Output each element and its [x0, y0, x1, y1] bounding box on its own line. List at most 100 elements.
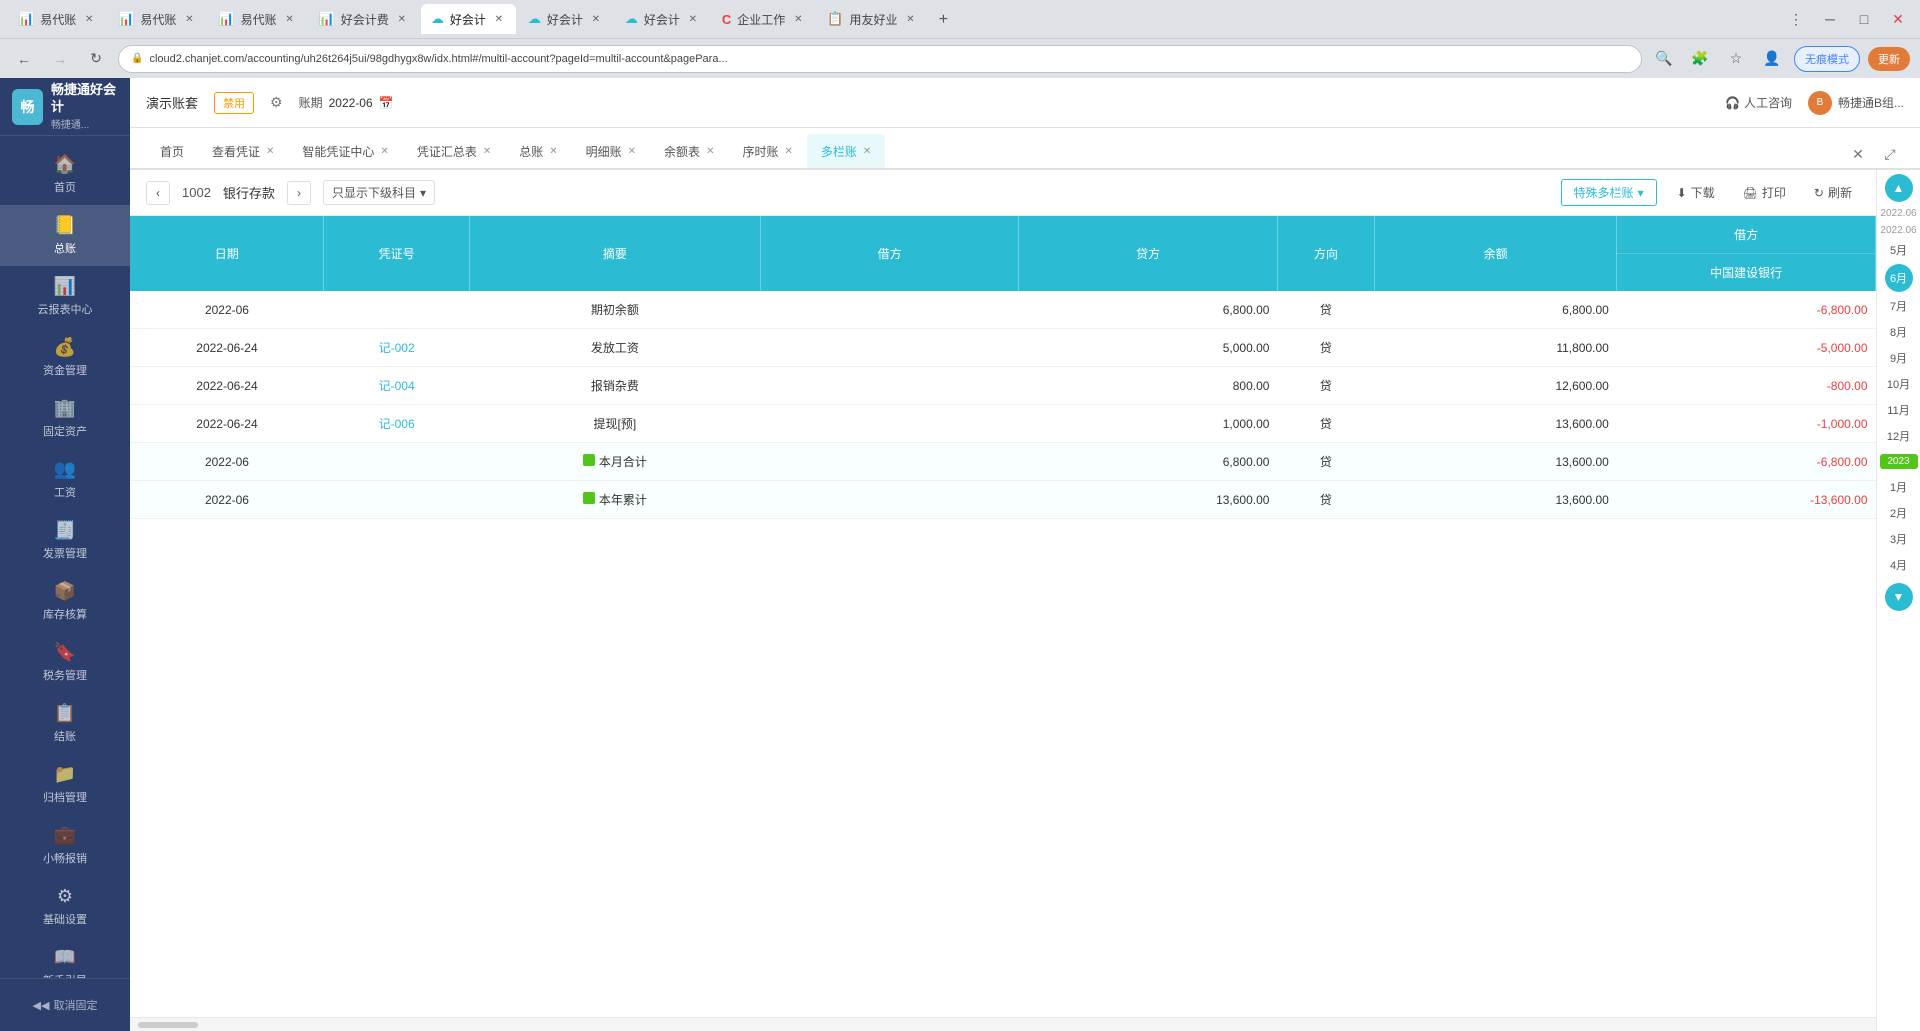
cell-voucher[interactable]: 记-006	[324, 405, 469, 443]
tab-2-close[interactable]: ✕	[182, 12, 196, 26]
download-button[interactable]: ⬇ 下载	[1669, 180, 1723, 205]
cal-month-2023-3[interactable]: 3月	[1880, 527, 1918, 551]
tab-detail-ledger-close[interactable]: ✕	[628, 146, 636, 157]
tab-balance-sheet[interactable]: 余额表 ✕	[650, 134, 728, 170]
browser-tab-5[interactable]: ☁ 好会计 ✕	[421, 4, 516, 34]
cal-month-2023-2[interactable]: 2月	[1880, 501, 1918, 525]
tab-smart-voucher[interactable]: 智能凭证中心 ✕	[288, 134, 402, 170]
tab-general-ledger[interactable]: 总账 ✕	[505, 134, 571, 170]
cal-month-2023-4[interactable]: 4月	[1880, 553, 1918, 577]
cell-debit	[760, 367, 1019, 405]
tab-multi-ledger[interactable]: 多栏账 ✕	[807, 134, 885, 170]
filter-dropdown[interactable]: 只显示下级科目 ▾	[323, 180, 435, 205]
cal-month-10[interactable]: 10月	[1880, 372, 1918, 396]
browser-tab-3[interactable]: 📊 易代账 ✕	[208, 4, 306, 34]
refresh-button[interactable]: ↻	[82, 45, 110, 73]
address-bar[interactable]: 🔒 cloud2.chanjet.com/accounting/uh26t264…	[118, 45, 1642, 73]
cal-month-12[interactable]: 12月	[1880, 424, 1918, 448]
cell-credit: 5,000.00	[1019, 329, 1278, 367]
update-button[interactable]: 更新	[1868, 47, 1910, 71]
tab-6-close[interactable]: ✕	[589, 12, 603, 26]
cal-month-11[interactable]: 11月	[1880, 398, 1918, 422]
sidebar-item-home[interactable]: 🏠 首页	[0, 144, 130, 205]
tab-home[interactable]: 首页	[146, 134, 198, 170]
calendar-icon[interactable]: 📅	[379, 96, 394, 110]
horizontal-scrollbar[interactable]	[130, 1017, 1876, 1031]
tab-9-close[interactable]: ✕	[903, 12, 917, 26]
cal-month-7[interactable]: 7月	[1880, 294, 1918, 318]
browser-tab-7[interactable]: ☁ 好会计 ✕	[615, 4, 710, 34]
tab-multi-ledger-close[interactable]: ✕	[863, 146, 871, 157]
cal-month-9[interactable]: 9月	[1880, 346, 1918, 370]
sidebar-item-payroll[interactable]: 👥 工资	[0, 449, 130, 510]
sidebar-item-settings[interactable]: ⚙ 基础设置	[0, 876, 130, 937]
sidebar-item-ledger[interactable]: 📒 总账	[0, 205, 130, 266]
cal-month-5[interactable]: 5月	[1880, 238, 1918, 262]
tab-5-close[interactable]: ✕	[492, 12, 506, 26]
tab-voucher-view[interactable]: 查看凭证 ✕	[198, 134, 288, 170]
browser-tab-9[interactable]: 📋 用友好业 ✕	[817, 4, 927, 34]
tab-voucher-summary[interactable]: 凭证汇总表 ✕	[403, 134, 505, 170]
tab-voucher-view-close[interactable]: ✕	[266, 146, 274, 157]
tab-3-close[interactable]: ✕	[283, 12, 297, 26]
consult-button[interactable]: 🎧 人工咨询	[1725, 94, 1792, 111]
sidebar-item-fixed-assets[interactable]: 🏢 固定资产	[0, 388, 130, 449]
tab-7-close[interactable]: ✕	[686, 12, 700, 26]
sidebar-item-guide[interactable]: 📖 新手引导	[0, 937, 130, 978]
new-tab-button[interactable]: +	[929, 6, 957, 34]
next-subject-button[interactable]: ›	[287, 181, 311, 205]
ledger-table-wrap: 日期 凭证号 摘要 借方 贷方 方向 余额 借方 中国建设银行	[130, 216, 1876, 1017]
cal-month-8[interactable]: 8月	[1880, 320, 1918, 344]
refresh-button[interactable]: ↻ 刷新	[1806, 180, 1860, 205]
tab-balance-sheet-close[interactable]: ✕	[706, 146, 714, 157]
sidebar-item-archive[interactable]: 📁 归档管理	[0, 754, 130, 815]
tab-detail-ledger[interactable]: 明细账 ✕	[572, 134, 650, 170]
print-button[interactable]: 🖨 打印	[1735, 180, 1794, 205]
tab-voucher-summary-close[interactable]: ✕	[483, 146, 491, 157]
browser-tab-4[interactable]: 📊 好会计费 ✕	[309, 4, 419, 34]
pin-button[interactable]: ◀◀ 取消固定	[0, 989, 130, 1021]
tab-smart-voucher-close[interactable]: ✕	[380, 146, 388, 157]
user-avatar: B	[1808, 91, 1832, 115]
browser-tab-8[interactable]: C 企业工作 ✕	[712, 4, 815, 34]
browser-tab-1[interactable]: 📊 易代账 ✕	[8, 4, 106, 34]
special-multiledger-button[interactable]: 特殊多栏账 ▾	[1561, 179, 1657, 206]
cal-month-6[interactable]: 6月	[1885, 264, 1913, 292]
sidebar-item-invoice[interactable]: 🧾 发票管理	[0, 510, 130, 571]
sidebar-item-expense[interactable]: 💼 小畅报销	[0, 815, 130, 876]
search-icon[interactable]: 🔍	[1650, 45, 1678, 73]
cell-voucher[interactable]: 记-004	[324, 367, 469, 405]
cal-month-2023-1[interactable]: 1月	[1880, 475, 1918, 499]
calendar-up-button[interactable]: ▲	[1885, 174, 1913, 202]
tab-journal-close[interactable]: ✕	[784, 146, 792, 157]
demo-badge[interactable]: 禁用	[214, 92, 254, 114]
tab-expand-icon[interactable]: ⤢	[1876, 140, 1904, 168]
sidebar-item-close-account[interactable]: 📋 结账	[0, 693, 130, 754]
sidebar-item-fund[interactable]: 💰 资金管理	[0, 327, 130, 388]
tab-close-panel-icon[interactable]: ✕	[1844, 140, 1872, 168]
sidebar-item-cloud-report[interactable]: 📊 云报表中心	[0, 266, 130, 327]
calendar-down-button[interactable]: ▼	[1885, 583, 1913, 611]
tab-8-close[interactable]: ✕	[791, 12, 805, 26]
maximize-button[interactable]: □	[1850, 5, 1878, 33]
sidebar-item-inventory[interactable]: 📦 库存核算	[0, 571, 130, 632]
sidebar-item-tax[interactable]: 🔖 税务管理	[0, 632, 130, 693]
prev-subject-button[interactable]: ‹	[146, 181, 170, 205]
bookmark-icon[interactable]: ☆	[1722, 45, 1750, 73]
tab-1-close[interactable]: ✕	[82, 12, 96, 26]
tab-4-close[interactable]: ✕	[395, 12, 409, 26]
minimize-button[interactable]: ─	[1816, 5, 1844, 33]
browser-tab-6[interactable]: ☁ 好会计 ✕	[518, 4, 613, 34]
tab-list-button[interactable]: ⋮	[1782, 5, 1810, 33]
settings-gear-icon[interactable]: ⚙	[270, 94, 283, 111]
forward-button[interactable]: →	[46, 45, 74, 73]
window-close-button[interactable]: ✕	[1884, 5, 1912, 33]
extension-icon[interactable]: 🧩	[1686, 45, 1714, 73]
wuhen-mode-button[interactable]: 无痕模式	[1794, 46, 1860, 72]
tab-general-ledger-close[interactable]: ✕	[549, 146, 557, 157]
cell-voucher[interactable]: 记-002	[324, 329, 469, 367]
profile-icon[interactable]: 👤	[1758, 45, 1786, 73]
tab-journal[interactable]: 序时账 ✕	[728, 134, 806, 170]
back-button[interactable]: ←	[10, 45, 38, 73]
browser-tab-2[interactable]: 📊 易代账 ✕	[108, 4, 206, 34]
